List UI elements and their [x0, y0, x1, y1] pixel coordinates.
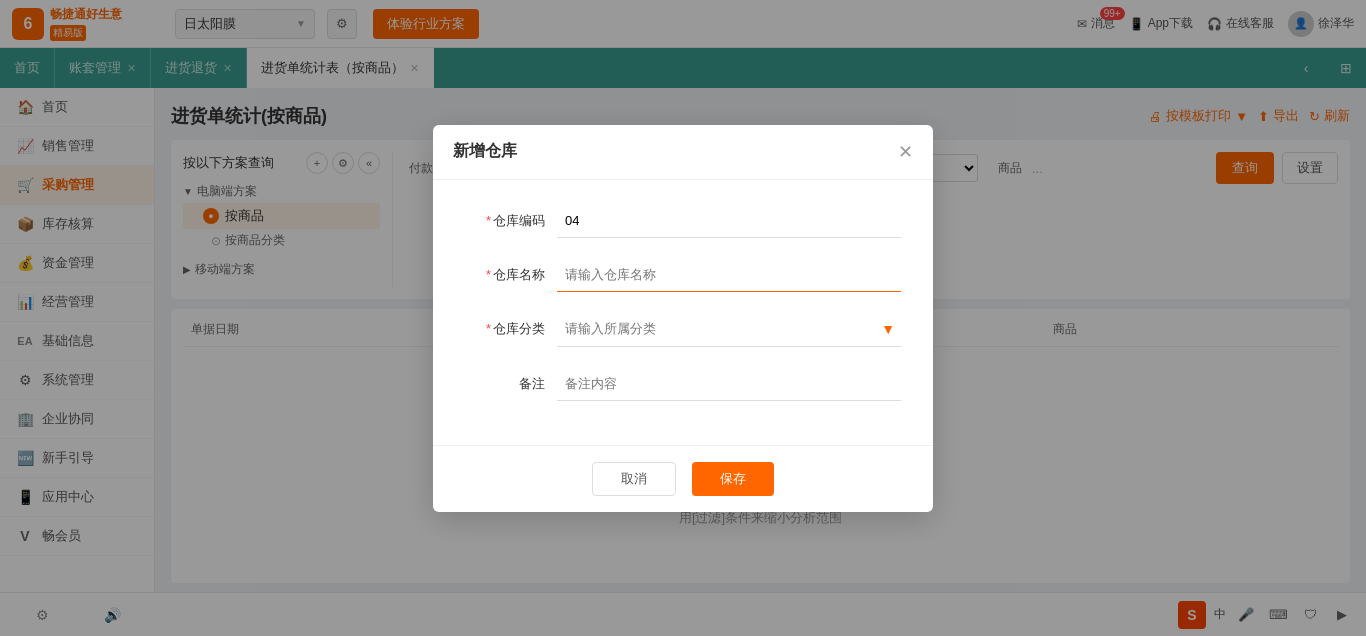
- remark-label: 备注: [465, 375, 545, 393]
- form-row-category: 仓库分类 ▼: [465, 312, 901, 347]
- modal-header: 新增仓库 ✕: [433, 125, 933, 180]
- form-row-name: 仓库名称: [465, 258, 901, 292]
- cancel-button[interactable]: 取消: [592, 462, 676, 496]
- modal-overlay: 新增仓库 ✕ 仓库编码 仓库名称 仓库分类 ▼: [0, 0, 1366, 636]
- modal-footer: 取消 保存: [433, 445, 933, 512]
- name-input[interactable]: [557, 258, 901, 292]
- form-row-remark: 备注: [465, 367, 901, 401]
- category-label: 仓库分类: [465, 320, 545, 338]
- category-dropdown-icon[interactable]: ▼: [875, 321, 901, 337]
- category-input[interactable]: [557, 312, 875, 346]
- remark-input[interactable]: [557, 367, 901, 401]
- add-warehouse-modal: 新增仓库 ✕ 仓库编码 仓库名称 仓库分类 ▼: [433, 125, 933, 512]
- save-button[interactable]: 保存: [692, 462, 774, 496]
- code-label: 仓库编码: [465, 212, 545, 230]
- code-input[interactable]: [557, 204, 901, 238]
- category-select-wrapper: ▼: [557, 312, 901, 347]
- name-label: 仓库名称: [465, 266, 545, 284]
- modal-title: 新增仓库: [453, 141, 517, 162]
- modal-close-button[interactable]: ✕: [898, 141, 913, 163]
- modal-body: 仓库编码 仓库名称 仓库分类 ▼ 备注: [433, 180, 933, 445]
- form-row-code: 仓库编码: [465, 204, 901, 238]
